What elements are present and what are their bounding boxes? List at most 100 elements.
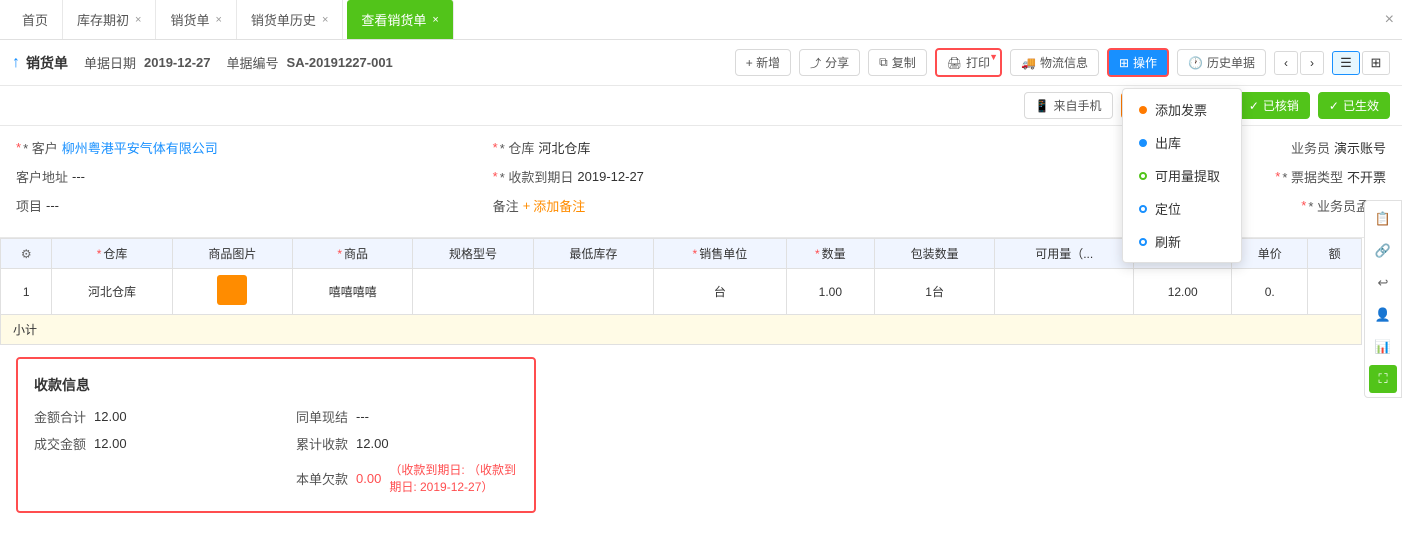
date-label: 单据日期 — [84, 53, 136, 72]
document-header: ↑ 销货单 单据日期 2019-12-27 单据编号 SA-20191227-0… — [0, 40, 1402, 86]
cell-current-stock: 12.00 — [1134, 269, 1232, 315]
add-invoice-label: 添加发票 — [1155, 100, 1207, 119]
outstanding-label: 本单欠款 — [296, 469, 348, 488]
outstanding-value: 0.00 — [356, 471, 381, 486]
grid-icon: ⊞ — [1119, 56, 1129, 70]
dropdown-quantity-extract[interactable]: 可用量提取 — [1123, 159, 1241, 192]
refresh-dot — [1139, 238, 1147, 246]
confirmed-button[interactable]: ✓ 已核销 — [1238, 92, 1310, 119]
history-button[interactable]: 🕐 历史单据 — [1177, 49, 1266, 76]
note-label: 备注 — [493, 196, 519, 215]
sidebar-icon-link[interactable]: 🔗 — [1369, 237, 1397, 265]
list-view-icon[interactable]: ☰ — [1332, 51, 1360, 75]
transaction-amount-label: 成交金额 — [34, 434, 86, 453]
sidebar-icon-expand[interactable]: ⛶ — [1369, 365, 1397, 393]
copy-button[interactable]: ⧉ 复制 — [868, 49, 927, 76]
sidebar-icon-chart[interactable]: 📊 — [1369, 333, 1397, 361]
phone-icon: 📱 — [1035, 99, 1050, 113]
share-label: 分享 — [825, 54, 849, 71]
next-arrow[interactable]: › — [1300, 51, 1324, 75]
subtotal-label: 小计 — [13, 323, 37, 337]
close-all-button[interactable]: × — [1385, 11, 1394, 29]
col-quantity: *数量 — [786, 239, 874, 269]
warehouse-field: * * 仓库 河北仓库 — [493, 138, 910, 157]
sales-staff-label: * 业务员孟 — [1308, 196, 1369, 215]
summary-section: 收款信息 金额合计 12.00 同单现结 --- 成交金额 12.00 累计收款… — [16, 357, 536, 513]
col-sales-unit: *销售单位 — [654, 239, 787, 269]
dropdown-add-invoice[interactable]: 添加发票 — [1123, 93, 1241, 126]
cell-product-img — [172, 269, 292, 315]
staff-value: 演示账号 — [1334, 138, 1386, 157]
tab-view-sales[interactable]: 查看销货单 × — [347, 0, 453, 39]
print-icon: 🖨 — [947, 56, 962, 70]
outstanding-row: 本单欠款 0.00 （收款到期日: （收款到期日: 2019-12-27） — [296, 461, 518, 495]
date-value: 2019-12-27 — [144, 55, 211, 70]
col-product: *商品 — [293, 239, 413, 269]
total-amount-label: 金额合计 — [34, 407, 86, 426]
close-inventory-tab[interactable]: × — [135, 14, 141, 26]
sidebar-icon-clipboard[interactable]: 📋 — [1369, 205, 1397, 233]
summary-title: 收款信息 — [34, 375, 518, 395]
address-value: --- — [72, 169, 85, 184]
product-image — [217, 275, 247, 305]
cumulative-payment-row: 累计收款 12.00 — [296, 434, 518, 453]
logistics-label: 物流信息 — [1040, 54, 1088, 71]
cell-warehouse: 河北仓库 — [52, 269, 172, 315]
subtotal-row: 小计 — [1, 315, 1362, 345]
share-icon: ⤴ — [810, 55, 821, 71]
close-view-sales-tab[interactable]: × — [432, 14, 438, 26]
transaction-amount-value: 12.00 — [94, 436, 127, 451]
same-order-value: --- — [356, 409, 369, 424]
gear-icon: ⚙ — [21, 247, 32, 261]
copy-icon: ⧉ — [879, 55, 888, 70]
sidebar-icon-undo[interactable]: ↩ — [1369, 269, 1397, 297]
effective-button[interactable]: ✓ 已生效 — [1318, 92, 1390, 119]
tab-inventory[interactable]: 库存期初 × — [63, 0, 156, 39]
ticket-type-value: 不开票 — [1347, 167, 1386, 186]
operations-label: 操作 — [1133, 54, 1157, 71]
new-button[interactable]: + 新增 — [735, 49, 791, 76]
cell-product: 嘻嘻嘻嘻 — [293, 269, 413, 315]
dropdown-refresh[interactable]: 刷新 — [1123, 225, 1241, 258]
project-value: --- — [46, 198, 59, 213]
cumulative-payment-label: 累计收款 — [296, 434, 348, 453]
transaction-amount-row: 成交金额 12.00 — [34, 434, 256, 453]
payment-date-field: * * 收款到期日 2019-12-27 — [493, 167, 910, 186]
add-note-button[interactable]: + 添加备注 — [523, 196, 586, 215]
tab-home[interactable]: 首页 — [8, 0, 63, 39]
locate-dot — [1139, 205, 1147, 213]
nav-arrows: ‹ › — [1274, 51, 1324, 75]
staff-label: 业务员 — [1291, 138, 1330, 157]
operations-button[interactable]: ⊞ 操作 — [1107, 48, 1169, 77]
close-sales-tab[interactable]: × — [215, 14, 221, 26]
tab-bar: 首页 库存期初 × 销货单 × 销货单历史 × 查看销货单 × × — [0, 0, 1402, 40]
effective-icon: ✓ — [1329, 99, 1339, 113]
sidebar-icon-user[interactable]: 👤 — [1369, 301, 1397, 329]
from-phone-button[interactable]: 📱 来自手机 — [1024, 92, 1113, 119]
share-button[interactable]: ⤴ 分享 — [799, 49, 860, 76]
col-spec: 规格型号 — [413, 239, 533, 269]
tab-sales-history[interactable]: 销货单历史 × — [237, 0, 343, 39]
tab-sales[interactable]: 销货单 × — [156, 0, 236, 39]
dropdown-locate[interactable]: 定位 — [1123, 192, 1241, 225]
logistics-button[interactable]: 🚚 物流信息 — [1010, 49, 1099, 76]
same-order-row: 同单现结 --- — [296, 407, 518, 426]
doc-header-actions: + 新增 ⤴ 分享 ⧉ 复制 🖨 打印 ▼ 🚚 物流信息 ⊞ — [735, 48, 1390, 77]
customer-value[interactable]: 柳州粤港平安气体有限公司 — [62, 138, 218, 157]
view-toggle: ☰ ⊞ — [1332, 51, 1390, 75]
doc-type-label: 销货单 — [26, 53, 68, 73]
confirmed-icon: ✓ — [1249, 99, 1259, 113]
grid-view-icon[interactable]: ⊞ — [1362, 51, 1390, 75]
close-history-tab[interactable]: × — [322, 14, 328, 26]
cell-spec — [413, 269, 533, 315]
print-button[interactable]: 🖨 打印 ▼ — [935, 48, 1002, 77]
col-available: 可用量（... — [995, 239, 1134, 269]
warehouse-label: * 仓库 — [500, 138, 535, 157]
copy-label: 复制 — [892, 54, 916, 71]
dropdown-outbound[interactable]: 出库 — [1123, 126, 1241, 159]
payment-date-value: 2019-12-27 — [577, 169, 644, 184]
customer-field: * * 客户 柳州粤港平安气体有限公司 — [16, 138, 433, 157]
prev-arrow[interactable]: ‹ — [1274, 51, 1298, 75]
outstanding-note: （收款到期日: （收款到期日: 2019-12-27） — [389, 461, 518, 495]
number-value: SA-20191227-001 — [287, 55, 393, 70]
